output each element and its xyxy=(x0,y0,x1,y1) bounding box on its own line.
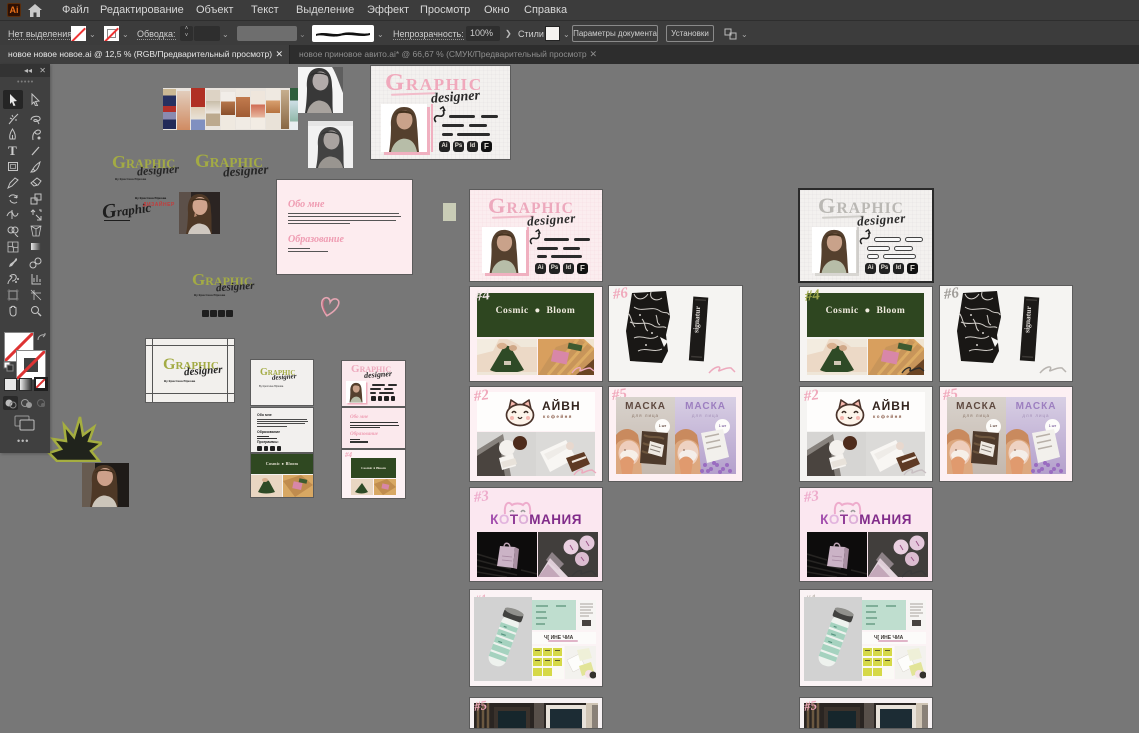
svg-text:signatur: signatur xyxy=(691,305,702,333)
svg-text:signatur: signatur xyxy=(1022,305,1033,333)
